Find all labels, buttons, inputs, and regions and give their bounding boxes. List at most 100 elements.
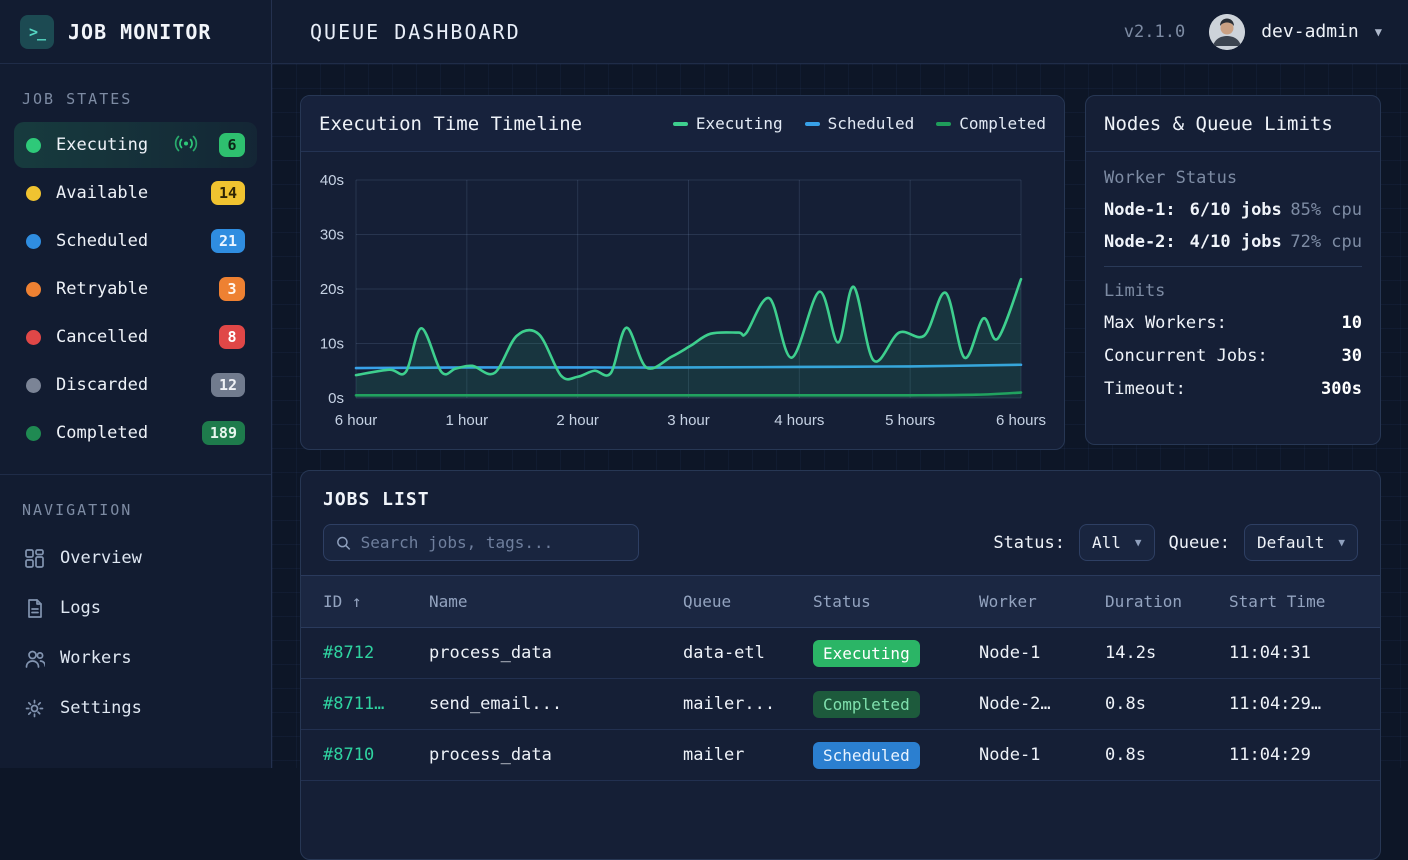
job-states-header: JOB STATES xyxy=(22,90,133,108)
app-brand: JOB MONITOR xyxy=(68,19,212,44)
selected-value: All xyxy=(1091,533,1121,552)
job-states-list: Executing 6 Available 14 Scheduled 21 Retryabl… xyxy=(14,122,257,456)
legend-label: Scheduled xyxy=(827,114,915,133)
legend-item-completed: Completed xyxy=(936,114,1046,133)
limit-value: 10 xyxy=(1341,313,1362,333)
column-header[interactable]: Queue xyxy=(683,592,813,611)
column-header[interactable]: ID ↑ xyxy=(323,592,429,611)
state-dot xyxy=(26,233,41,249)
state-count-badge: 12 xyxy=(210,373,245,397)
svg-text:2 hour: 2 hour xyxy=(556,412,599,429)
job-status-cell: Scheduled xyxy=(813,741,979,769)
sidebar-item-cancelled[interactable]: Cancelled 8 xyxy=(14,314,257,360)
job-name: process_data xyxy=(429,745,552,765)
state-dot xyxy=(26,137,41,153)
jobs-toolbar: Status: All ▼ Queue: Default ▼ xyxy=(323,524,1358,561)
navigation-header: NAVIGATION xyxy=(22,501,133,519)
state-count-badge: 189 xyxy=(201,421,245,445)
limit-row: Concurrent Jobs: 30 xyxy=(1104,346,1362,366)
svg-text:5 hours: 5 hours xyxy=(885,412,935,429)
nodes-card-title: Nodes & Queue Limits xyxy=(1086,96,1380,152)
state-label: Available xyxy=(56,183,149,203)
sidebar-item-discarded[interactable]: Discarded 12 xyxy=(14,362,257,408)
timeline-title: Execution Time Timeline xyxy=(319,112,583,135)
legend-swatch xyxy=(804,121,820,126)
job-start-time: 11:04:31 xyxy=(1229,643,1311,663)
sidebar-divider xyxy=(0,474,271,475)
sidebar-item-executing[interactable]: Executing 6 xyxy=(14,122,257,168)
avatar[interactable] xyxy=(1209,13,1246,50)
chevron-down-icon: ▼ xyxy=(1134,536,1142,549)
navigation-list: Overview Logs Workers Settings xyxy=(14,533,257,733)
job-id-link[interactable]: #8711… xyxy=(323,694,429,714)
sidebar-item-scheduled[interactable]: Scheduled 21 xyxy=(14,218,257,264)
status-badge: Completed xyxy=(813,690,920,718)
search-icon xyxy=(337,536,351,550)
svg-text:0s: 0s xyxy=(328,390,344,407)
column-header[interactable]: Status xyxy=(813,592,979,611)
state-dot xyxy=(26,185,41,201)
username-label[interactable]: dev-admin xyxy=(1261,21,1359,42)
chevron-down-icon[interactable]: ▼ xyxy=(1375,25,1382,39)
state-dot xyxy=(26,329,41,345)
column-header[interactable]: Worker xyxy=(979,592,1105,611)
table-row[interactable]: #8711… send_email... mailer... Completed Nod… xyxy=(301,679,1380,730)
search-input[interactable] xyxy=(360,533,626,552)
nav-label: Logs xyxy=(60,598,101,618)
live-icon xyxy=(174,135,198,151)
node-status-row: Node-2: 4/10 jobs 72% cpu xyxy=(1104,232,1362,252)
column-header[interactable]: Duration xyxy=(1105,592,1229,611)
job-name: process_data xyxy=(429,643,552,663)
state-count-badge: 8 xyxy=(219,325,245,349)
job-worker: Node-1 xyxy=(979,643,1041,663)
state-label: Retryable xyxy=(56,279,149,299)
column-header[interactable]: Name xyxy=(429,592,683,611)
node-rows: Node-1: 6/10 jobs 85% cpu Node-2: 4/10 jobs 7… xyxy=(1104,200,1362,252)
selected-value: Default xyxy=(1256,533,1325,552)
sidebar-item-available[interactable]: Available 14 xyxy=(14,170,257,216)
legend-swatch xyxy=(936,121,952,126)
table-row[interactable]: #8712 process_data data-etl Executing Node-1… xyxy=(301,628,1380,679)
job-id-link[interactable]: #8712 xyxy=(323,643,429,663)
svg-text:10s: 10s xyxy=(320,336,344,353)
page-title: QUEUE DASHBOARD xyxy=(310,19,521,44)
limit-value: 30 xyxy=(1341,346,1362,366)
status-badge: Executing xyxy=(813,639,920,667)
table-row[interactable]: #8710 process_data mailer Scheduled Node-1 0.… xyxy=(301,730,1380,781)
job-id-link[interactable]: #8710 xyxy=(323,745,429,765)
nodes-card-body: Worker Status Node-1: 6/10 jobs 85% cpu Nod… xyxy=(1086,152,1380,399)
sidebar-item-logs[interactable]: Logs xyxy=(14,583,257,633)
avatar-image xyxy=(1209,13,1246,50)
nodes-card: Nodes & Queue Limits Worker Status Node-… xyxy=(1085,95,1381,445)
jobs-list-title: JOBS LIST xyxy=(323,489,430,510)
sidebar-item-retryable[interactable]: Retryable 3 xyxy=(14,266,257,312)
main-content: Execution Time Timeline Executing Schedul… xyxy=(272,64,1408,860)
svg-text:40s: 40s xyxy=(320,172,344,189)
limit-label: Concurrent Jobs: xyxy=(1104,346,1268,366)
worker-status-header: Worker Status xyxy=(1104,168,1238,188)
sidebar-item-settings[interactable]: Settings xyxy=(14,683,257,733)
timeline-card: Execution Time Timeline Executing Schedul… xyxy=(300,95,1065,450)
search-box[interactable] xyxy=(323,524,639,561)
node-name: Node-1: xyxy=(1104,200,1176,220)
svg-text:1 hour: 1 hour xyxy=(446,412,489,429)
nav-label: Settings xyxy=(60,698,142,718)
sidebar-item-completed[interactable]: Completed 189 xyxy=(14,410,257,456)
limit-rows: Max Workers: 10 Concurrent Jobs: 30 Timeout:… xyxy=(1104,313,1362,399)
column-header[interactable]: Start Time xyxy=(1229,592,1380,611)
queue-filter-select[interactable]: Default ▼ xyxy=(1243,524,1358,561)
sidebar: JOB STATES Executing 6 Available 14 Schedule… xyxy=(0,64,272,768)
chart-legend: Executing Scheduled Completed xyxy=(672,114,1046,133)
state-count-badge: 21 xyxy=(210,229,245,253)
status-badge: Scheduled xyxy=(813,741,920,769)
topbar-right: v2.1.0 dev-admin ▼ xyxy=(1124,13,1408,50)
state-label: Discarded xyxy=(56,375,149,395)
node-jobs: 4/10 jobs xyxy=(1189,232,1282,252)
sidebar-item-workers[interactable]: Workers xyxy=(14,633,257,683)
status-filter-select[interactable]: All ▼ xyxy=(1078,524,1155,561)
svg-text:4 hours: 4 hours xyxy=(774,412,824,429)
state-count-badge: 14 xyxy=(210,181,245,205)
jobs-table: ID ↑ Name Queue Status Worker Duration Start T… xyxy=(301,575,1380,781)
sidebar-item-overview[interactable]: Overview xyxy=(14,533,257,583)
state-label: Completed xyxy=(56,423,149,443)
